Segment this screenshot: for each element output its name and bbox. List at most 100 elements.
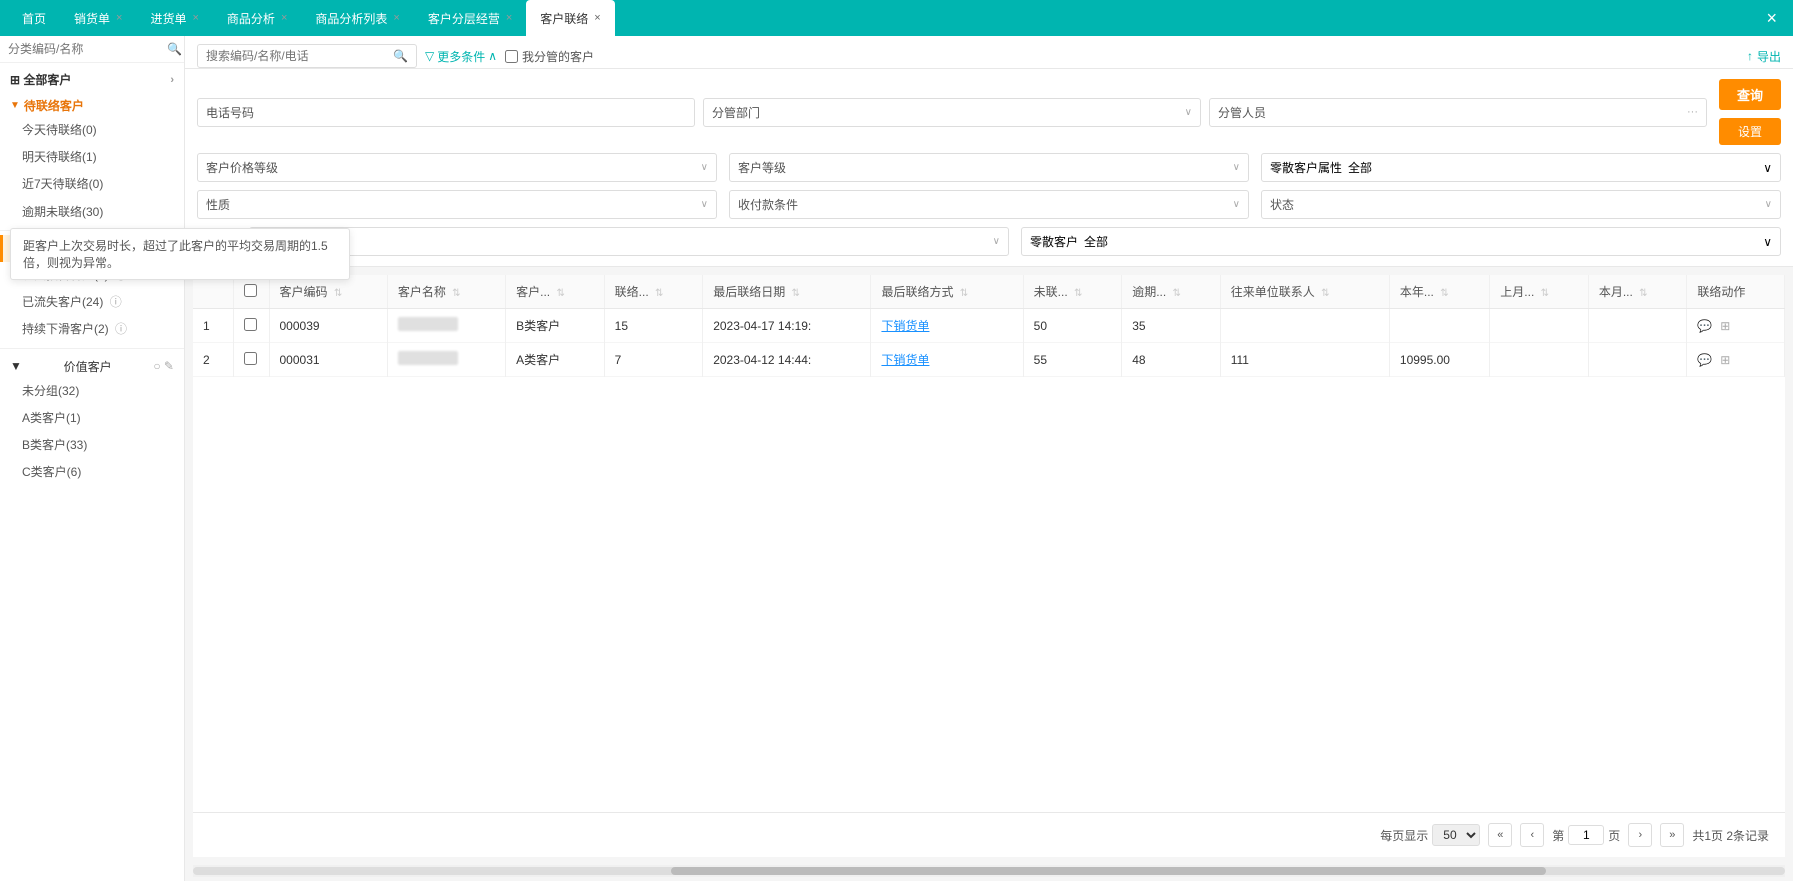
export-button[interactable]: ↑ 导出: [1747, 48, 1781, 65]
row1-grid-icon[interactable]: ⊞: [1720, 319, 1730, 333]
sidebar-class-a[interactable]: A类客户(1): [0, 405, 184, 432]
customer-level-filter[interactable]: 客户等级 ∨: [729, 153, 1249, 182]
nav-customer-contact[interactable]: 客户联络 ×: [526, 0, 614, 36]
sort-icon-contact: ⇅: [655, 288, 663, 299]
select-all-checkbox[interactable]: [244, 284, 257, 297]
sort-icon-method: ⇅: [960, 288, 968, 299]
row2-last-date: 2023-04-12 14:44:: [703, 343, 871, 377]
prev-page-button[interactable]: ‹: [1520, 823, 1544, 847]
sort-icon-year: ⇅: [1440, 288, 1448, 299]
table-area: 客户编码 ⇅ 客户名称 ⇅ 客户... ⇅: [193, 275, 1785, 857]
close-customer-contact[interactable]: ×: [594, 12, 600, 24]
row1-chat-icon[interactable]: 💬: [1697, 319, 1712, 333]
expand-arrow: ▼: [10, 100, 20, 111]
row1-uncontacted: 50: [1023, 309, 1122, 343]
more-conditions-button[interactable]: ▽ 更多条件 ∧: [425, 48, 497, 65]
sidebar-unclassified[interactable]: 未分组(32): [0, 378, 184, 405]
payment-filter[interactable]: 收付款条件 ∨: [729, 190, 1249, 219]
status-arrow: ∨: [1765, 199, 1772, 210]
sidebar-class-c[interactable]: C类客户(6): [0, 459, 184, 486]
next-page-button[interactable]: ›: [1628, 823, 1652, 847]
sidebar-churned[interactable]: 已流失客户(24) ⓘ: [0, 289, 184, 316]
per-page-select[interactable]: 50: [1432, 824, 1480, 846]
first-page-button[interactable]: «: [1488, 823, 1512, 847]
scrollbar-track: [193, 867, 1785, 875]
info-icon-churned: ⓘ: [110, 295, 122, 309]
table-wrapper[interactable]: 客户编码 ⇅ 客户名称 ⇅ 客户... ⇅: [193, 275, 1785, 812]
nav-customer-segment[interactable]: 客户分层经营 ×: [414, 0, 526, 36]
row1-method-link[interactable]: 下销货单: [881, 319, 929, 333]
price-arrow: ∨: [701, 162, 708, 173]
row1-checkbox[interactable]: [244, 318, 257, 331]
sidebar-tomorrow-pending[interactable]: 明天待联络(1): [0, 144, 184, 171]
settings-button[interactable]: 设置: [1719, 118, 1781, 145]
scrollbar-thumb[interactable]: [671, 867, 1547, 875]
dept-arrow: ∨: [1185, 107, 1192, 118]
nav-home[interactable]: 首页: [8, 0, 60, 36]
row2-name: [387, 343, 505, 377]
row2-checkbox[interactable]: [244, 352, 257, 365]
col-overdue: 逾期... ⇅: [1122, 275, 1221, 309]
col-customer-type: 客户... ⇅: [506, 275, 605, 309]
filter-bar: 🔍 ▽ 更多条件 ∧ 我分管的客户 ↑ 导出: [185, 36, 1793, 69]
sidebar-7days-pending[interactable]: 近7天待联络(0): [0, 171, 184, 198]
close-product-analysis-list[interactable]: ×: [393, 12, 399, 24]
sidebar-class-b[interactable]: B类客户(33): [0, 432, 184, 459]
search-icon[interactable]: 🔍: [393, 49, 408, 63]
page-number-input[interactable]: [1568, 825, 1604, 845]
row1-this-year: [1389, 309, 1489, 343]
row2-this-month: [1588, 343, 1687, 377]
search-input[interactable]: [206, 49, 389, 63]
row1-index: 1: [193, 309, 233, 343]
table-row: 2 000031 A类客户 7 2023-04-12 14:44:: [193, 343, 1785, 377]
total-info: 共1页 2条记录: [1692, 827, 1769, 844]
table-header-row: 客户编码 ⇅ 客户名称 ⇅ 客户... ⇅: [193, 275, 1785, 309]
all-customers-header[interactable]: ⊞ 全部客户 ›: [0, 63, 184, 92]
sort-icon-code: ⇅: [334, 288, 342, 299]
nav-product-analysis-list[interactable]: 商品分析列表 ×: [301, 0, 413, 36]
person-filter[interactable]: 分管人员 ···: [1209, 98, 1707, 127]
customer-type-filter[interactable]: 客户类型 ∨: [249, 227, 1009, 256]
sidebar-search-icon[interactable]: 🔍: [167, 42, 182, 56]
close-sales-order[interactable]: ×: [116, 12, 122, 24]
row1-this-month: [1588, 309, 1687, 343]
dept-filter[interactable]: 分管部门 ∨: [703, 98, 1201, 127]
status-filter[interactable]: 状态 ∨: [1261, 190, 1781, 219]
value-group-edit-icons[interactable]: ○ ✎: [153, 359, 174, 373]
price-level-filter[interactable]: 客户价格等级 ∨: [197, 153, 717, 182]
retail-customer-label: 全部: [1084, 233, 1108, 250]
type-arrow: ∨: [993, 236, 1000, 247]
nav-sales-order[interactable]: 销货单 ×: [60, 0, 136, 36]
nav-purchase-order[interactable]: 进货单 ×: [136, 0, 212, 36]
my-customer-check[interactable]: [505, 50, 518, 63]
row2-action-icons: 💬 ⊞: [1697, 353, 1774, 367]
pending-contact-group[interactable]: ▼ 待联络客户: [0, 92, 184, 117]
info-icon-declining: ⓘ: [115, 322, 127, 336]
last-page-button[interactable]: »: [1660, 823, 1684, 847]
horizontal-scrollbar[interactable]: [193, 865, 1785, 877]
sidebar-today-pending[interactable]: 今天待联络(0): [0, 117, 184, 144]
sidebar-search-box: 🔍: [0, 36, 184, 63]
sidebar-overdue-contact[interactable]: 逾期未联络(30): [0, 199, 184, 226]
retail-customer-arrow: ∨: [1763, 235, 1772, 249]
row1-last-method: 下销货单: [871, 309, 1023, 343]
row2-chat-icon[interactable]: 💬: [1697, 353, 1712, 367]
col-name: 客户名称 ⇅: [387, 275, 505, 309]
sidebar-declining[interactable]: 持续下滑客户(2) ⓘ: [0, 316, 184, 343]
nav-product-analysis[interactable]: 商品分析 ×: [213, 0, 301, 36]
my-customer-checkbox[interactable]: 我分管的客户: [505, 48, 594, 65]
close-customer-segment[interactable]: ×: [506, 12, 512, 24]
close-purchase-order[interactable]: ×: [192, 12, 198, 24]
close-product-analysis[interactable]: ×: [281, 12, 287, 24]
row2-grid-icon[interactable]: ⊞: [1720, 353, 1730, 367]
nature-filter[interactable]: 性质 ∨: [197, 190, 717, 219]
sidebar-search-input[interactable]: [8, 42, 163, 56]
row2-method-link[interactable]: 下销货单: [881, 353, 929, 367]
window-close-button[interactable]: ×: [1758, 8, 1785, 29]
row2-this-year: 10995.00: [1389, 343, 1489, 377]
value-customer-group-header[interactable]: ▼ 价值客户 ○ ✎: [0, 353, 184, 378]
query-button[interactable]: 查询: [1719, 79, 1781, 110]
phone-filter[interactable]: 电话号码: [197, 98, 695, 127]
chevron-up-icon: ∧: [488, 49, 497, 63]
sidebar-collapse-icon[interactable]: ›: [170, 74, 174, 86]
